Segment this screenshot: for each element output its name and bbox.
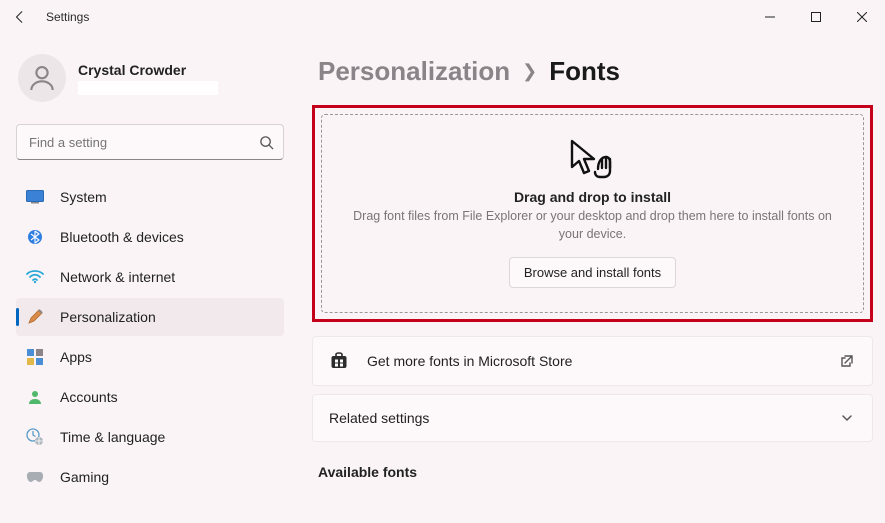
nav-label: Accounts xyxy=(60,389,118,405)
nav-label: Apps xyxy=(60,349,92,365)
open-link-icon xyxy=(838,352,856,370)
search-box[interactable] xyxy=(16,124,284,160)
related-settings-card[interactable]: Related settings xyxy=(312,394,873,442)
card-label: Get more fonts in Microsoft Store xyxy=(367,353,820,369)
profile-email xyxy=(78,81,218,95)
nav-item-time-language[interactable]: Time & language xyxy=(16,418,284,456)
bluetooth-icon xyxy=(26,228,44,246)
system-icon xyxy=(26,188,44,206)
paintbrush-icon xyxy=(26,308,44,326)
store-link-card[interactable]: Get more fonts in Microsoft Store xyxy=(312,336,873,386)
nav-item-gaming[interactable]: Gaming xyxy=(16,458,284,496)
install-dropzone-highlight: Drag and drop to install Drag font files… xyxy=(312,105,873,322)
font-dropzone[interactable]: Drag and drop to install Drag font files… xyxy=(321,114,864,313)
back-button[interactable] xyxy=(12,9,28,25)
store-icon xyxy=(329,351,349,371)
sidebar: Crystal Crowder System Bluetooth & devic… xyxy=(0,34,300,523)
nav-item-system[interactable]: System xyxy=(16,178,284,216)
nav-label: Personalization xyxy=(60,309,156,325)
nav-list: System Bluetooth & devices Network & int… xyxy=(16,178,284,496)
window-title: Settings xyxy=(46,10,89,24)
nav-item-accounts[interactable]: Accounts xyxy=(16,378,284,416)
content-pane: Personalization ❯ Fonts Drag and drop to… xyxy=(300,34,885,523)
wifi-icon xyxy=(26,268,44,286)
chevron-right-icon: ❯ xyxy=(522,61,537,82)
nav-item-apps[interactable]: Apps xyxy=(16,338,284,376)
nav-item-bluetooth[interactable]: Bluetooth & devices xyxy=(16,218,284,256)
card-label: Related settings xyxy=(329,410,820,426)
close-button[interactable] xyxy=(839,1,885,33)
nav-label: Time & language xyxy=(60,429,165,445)
dropzone-title: Drag and drop to install xyxy=(342,189,843,205)
nav-label: Gaming xyxy=(60,469,109,485)
profile-name: Crystal Crowder xyxy=(78,62,218,78)
window-controls xyxy=(747,1,885,33)
clock-globe-icon xyxy=(26,428,44,446)
nav-item-personalization[interactable]: Personalization xyxy=(16,298,284,336)
page-title: Fonts xyxy=(549,56,620,87)
chevron-down-icon xyxy=(838,409,856,427)
search-icon xyxy=(259,124,274,160)
browse-fonts-button[interactable]: Browse and install fonts xyxy=(509,257,676,288)
gamepad-icon xyxy=(26,468,44,486)
apps-icon xyxy=(26,348,44,366)
search-input[interactable] xyxy=(16,124,284,160)
avatar xyxy=(18,54,66,102)
nav-label: System xyxy=(60,189,107,205)
minimize-button[interactable] xyxy=(747,1,793,33)
nav-label: Network & internet xyxy=(60,269,175,285)
dropzone-description: Drag font files from File Explorer or yo… xyxy=(343,208,843,243)
nav-label: Bluetooth & devices xyxy=(60,229,184,245)
maximize-button[interactable] xyxy=(793,1,839,33)
cursor-drop-icon xyxy=(342,137,843,179)
person-icon xyxy=(26,388,44,406)
title-bar: Settings xyxy=(0,0,885,34)
nav-item-network[interactable]: Network & internet xyxy=(16,258,284,296)
profile-block[interactable]: Crystal Crowder xyxy=(16,48,284,116)
available-fonts-heading: Available fonts xyxy=(310,450,875,480)
breadcrumb-parent[interactable]: Personalization xyxy=(318,56,510,87)
breadcrumb: Personalization ❯ Fonts xyxy=(310,44,875,105)
